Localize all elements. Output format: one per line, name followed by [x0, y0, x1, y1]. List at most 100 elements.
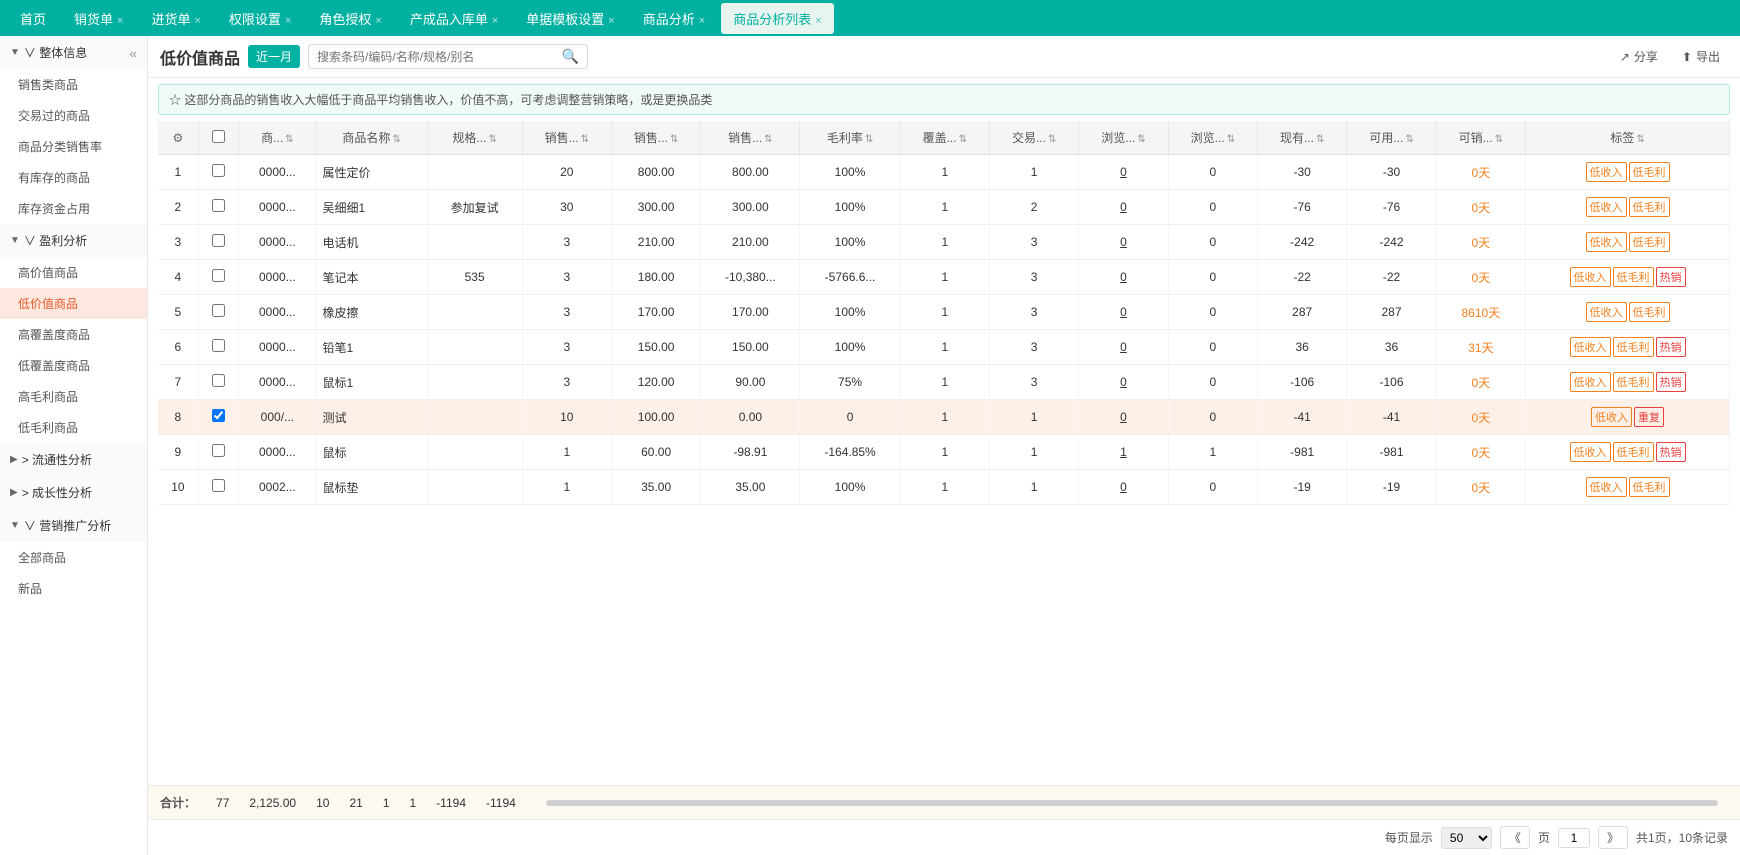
views1-link[interactable]: 0: [1120, 165, 1127, 179]
views1-link[interactable]: 0: [1120, 235, 1127, 249]
row-select-checkbox[interactable]: [212, 269, 225, 282]
col-header-sales_price[interactable]: 销售...⇅: [611, 121, 700, 155]
row-select-checkbox[interactable]: [212, 304, 225, 317]
col-header-saleable[interactable]: 可销...⇅: [1436, 121, 1525, 155]
per-page-select[interactable]: 50 20 100: [1441, 827, 1492, 849]
sort-icon[interactable]: ⇅: [959, 134, 967, 145]
nav-item[interactable]: 进货单×: [139, 3, 212, 34]
row-select-checkbox[interactable]: [212, 339, 225, 352]
sort-icon[interactable]: ⇅: [865, 134, 873, 145]
col-header-sales_qty[interactable]: 销售...⇅: [522, 121, 611, 155]
sort-icon[interactable]: ⇅: [581, 134, 589, 145]
row-views1[interactable]: 0: [1079, 295, 1168, 330]
close-icon[interactable]: ×: [815, 15, 821, 27]
sidebar-item[interactable]: 库存资金占用: [0, 193, 147, 224]
row-select-checkbox[interactable]: [212, 409, 225, 422]
row-checkbox[interactable]: [198, 400, 238, 435]
col-header-code[interactable]: 商...⇅: [239, 121, 316, 155]
sidebar-group-header[interactable]: ▼∨ 盈利分析: [0, 224, 147, 257]
row-checkbox[interactable]: [198, 365, 238, 400]
nav-item[interactable]: 首页: [8, 3, 58, 34]
row-select-checkbox[interactable]: [212, 374, 225, 387]
next-page-button[interactable]: 》: [1598, 826, 1628, 849]
views1-link[interactable]: 0: [1120, 340, 1127, 354]
row-views1[interactable]: 0: [1079, 330, 1168, 365]
row-checkbox[interactable]: [198, 155, 238, 190]
search-icon[interactable]: 🔍: [562, 48, 579, 65]
sidebar-group-header[interactable]: ▶> 成长性分析: [0, 476, 147, 509]
nav-item[interactable]: 商品分析×: [631, 3, 717, 34]
col-header-views1[interactable]: 浏览...⇅: [1079, 121, 1168, 155]
close-icon[interactable]: ×: [492, 15, 498, 27]
row-select-checkbox[interactable]: [212, 234, 225, 247]
sort-icon[interactable]: ⇅: [764, 134, 772, 145]
views1-link[interactable]: 1: [1120, 445, 1127, 459]
col-header-checkbox[interactable]: [198, 121, 238, 155]
nav-item[interactable]: 产成品入库单×: [398, 3, 510, 34]
views1-link[interactable]: 0: [1120, 270, 1127, 284]
page-number-input[interactable]: [1558, 828, 1590, 848]
sidebar-item[interactable]: 有库存的商品: [0, 162, 147, 193]
sidebar-group-header[interactable]: ▼∨ 营销推广分析: [0, 509, 147, 542]
row-views1[interactable]: 0: [1079, 365, 1168, 400]
sort-icon[interactable]: ⇅: [392, 134, 400, 145]
col-header-name[interactable]: 商品名称⇅: [316, 121, 427, 155]
sort-icon[interactable]: ⇅: [1636, 134, 1644, 145]
sidebar-collapse-icon[interactable]: «: [129, 45, 137, 61]
sidebar-item[interactable]: 全部商品: [0, 542, 147, 573]
first-page-button[interactable]: 《: [1500, 826, 1530, 849]
row-checkbox[interactable]: [198, 190, 238, 225]
row-select-checkbox[interactable]: [212, 164, 225, 177]
select-all-checkbox[interactable]: [212, 130, 225, 143]
views1-link[interactable]: 0: [1120, 410, 1127, 424]
nav-item[interactable]: 销货单×: [62, 3, 135, 34]
row-select-checkbox[interactable]: [212, 444, 225, 457]
row-views1[interactable]: 0: [1079, 155, 1168, 190]
sidebar-item[interactable]: 交易过的商品: [0, 100, 147, 131]
close-icon[interactable]: ×: [117, 15, 123, 27]
row-views1[interactable]: 0: [1079, 225, 1168, 260]
col-header-tags[interactable]: 标签⇅: [1526, 121, 1730, 155]
row-checkbox[interactable]: [198, 225, 238, 260]
filter-button[interactable]: 近一月: [248, 45, 300, 68]
sidebar-group-header[interactable]: ▼∨ 整体信息«: [0, 36, 147, 69]
col-header-gross_rate[interactable]: 毛利率⇅: [800, 121, 900, 155]
settings-icon[interactable]: ⚙: [172, 131, 183, 145]
sort-icon[interactable]: ⇅: [1405, 134, 1413, 145]
sort-icon[interactable]: ⇅: [1495, 134, 1503, 145]
sidebar-item[interactable]: 高毛利商品: [0, 381, 147, 412]
sort-icon[interactable]: ⇅: [285, 134, 293, 145]
row-checkbox[interactable]: [198, 470, 238, 505]
views1-link[interactable]: 0: [1120, 200, 1127, 214]
nav-item[interactable]: 单据模板设置×: [514, 3, 626, 34]
sidebar-item[interactable]: 低毛利商品: [0, 412, 147, 443]
col-header-views2[interactable]: 浏览...⇅: [1168, 121, 1257, 155]
sidebar-item[interactable]: 低覆盖度商品: [0, 350, 147, 381]
col-header-sales_amount[interactable]: 销售...⇅: [701, 121, 800, 155]
share-button[interactable]: ↗ 分享: [1612, 45, 1666, 68]
sidebar-item[interactable]: 新品: [0, 573, 147, 604]
col-header-transactions[interactable]: 交易...⇅: [989, 121, 1078, 155]
col-header-current_stock[interactable]: 现有...⇅: [1258, 121, 1347, 155]
row-views1[interactable]: 0: [1079, 260, 1168, 295]
close-icon[interactable]: ×: [375, 15, 381, 27]
close-icon[interactable]: ×: [608, 15, 614, 27]
sort-icon[interactable]: ⇅: [1316, 134, 1324, 145]
col-header-spec[interactable]: 规格...⇅: [427, 121, 522, 155]
sort-icon[interactable]: ⇅: [1048, 134, 1056, 145]
sidebar-item[interactable]: 高价值商品: [0, 257, 147, 288]
row-checkbox[interactable]: [198, 260, 238, 295]
sort-icon[interactable]: ⇅: [488, 134, 496, 145]
views1-link[interactable]: 0: [1120, 305, 1127, 319]
views1-link[interactable]: 0: [1120, 375, 1127, 389]
close-icon[interactable]: ×: [194, 15, 200, 27]
views1-link[interactable]: 0: [1120, 480, 1127, 494]
sidebar-group-header[interactable]: ▶> 流通性分析: [0, 443, 147, 476]
nav-item[interactable]: 角色授权×: [307, 3, 393, 34]
search-input[interactable]: [317, 50, 562, 64]
sort-icon[interactable]: ⇅: [1227, 134, 1235, 145]
sidebar-item[interactable]: 高覆盖度商品: [0, 319, 147, 350]
export-button[interactable]: ⬆ 导出: [1674, 45, 1728, 68]
row-checkbox[interactable]: [198, 295, 238, 330]
row-views1[interactable]: 0: [1079, 400, 1168, 435]
